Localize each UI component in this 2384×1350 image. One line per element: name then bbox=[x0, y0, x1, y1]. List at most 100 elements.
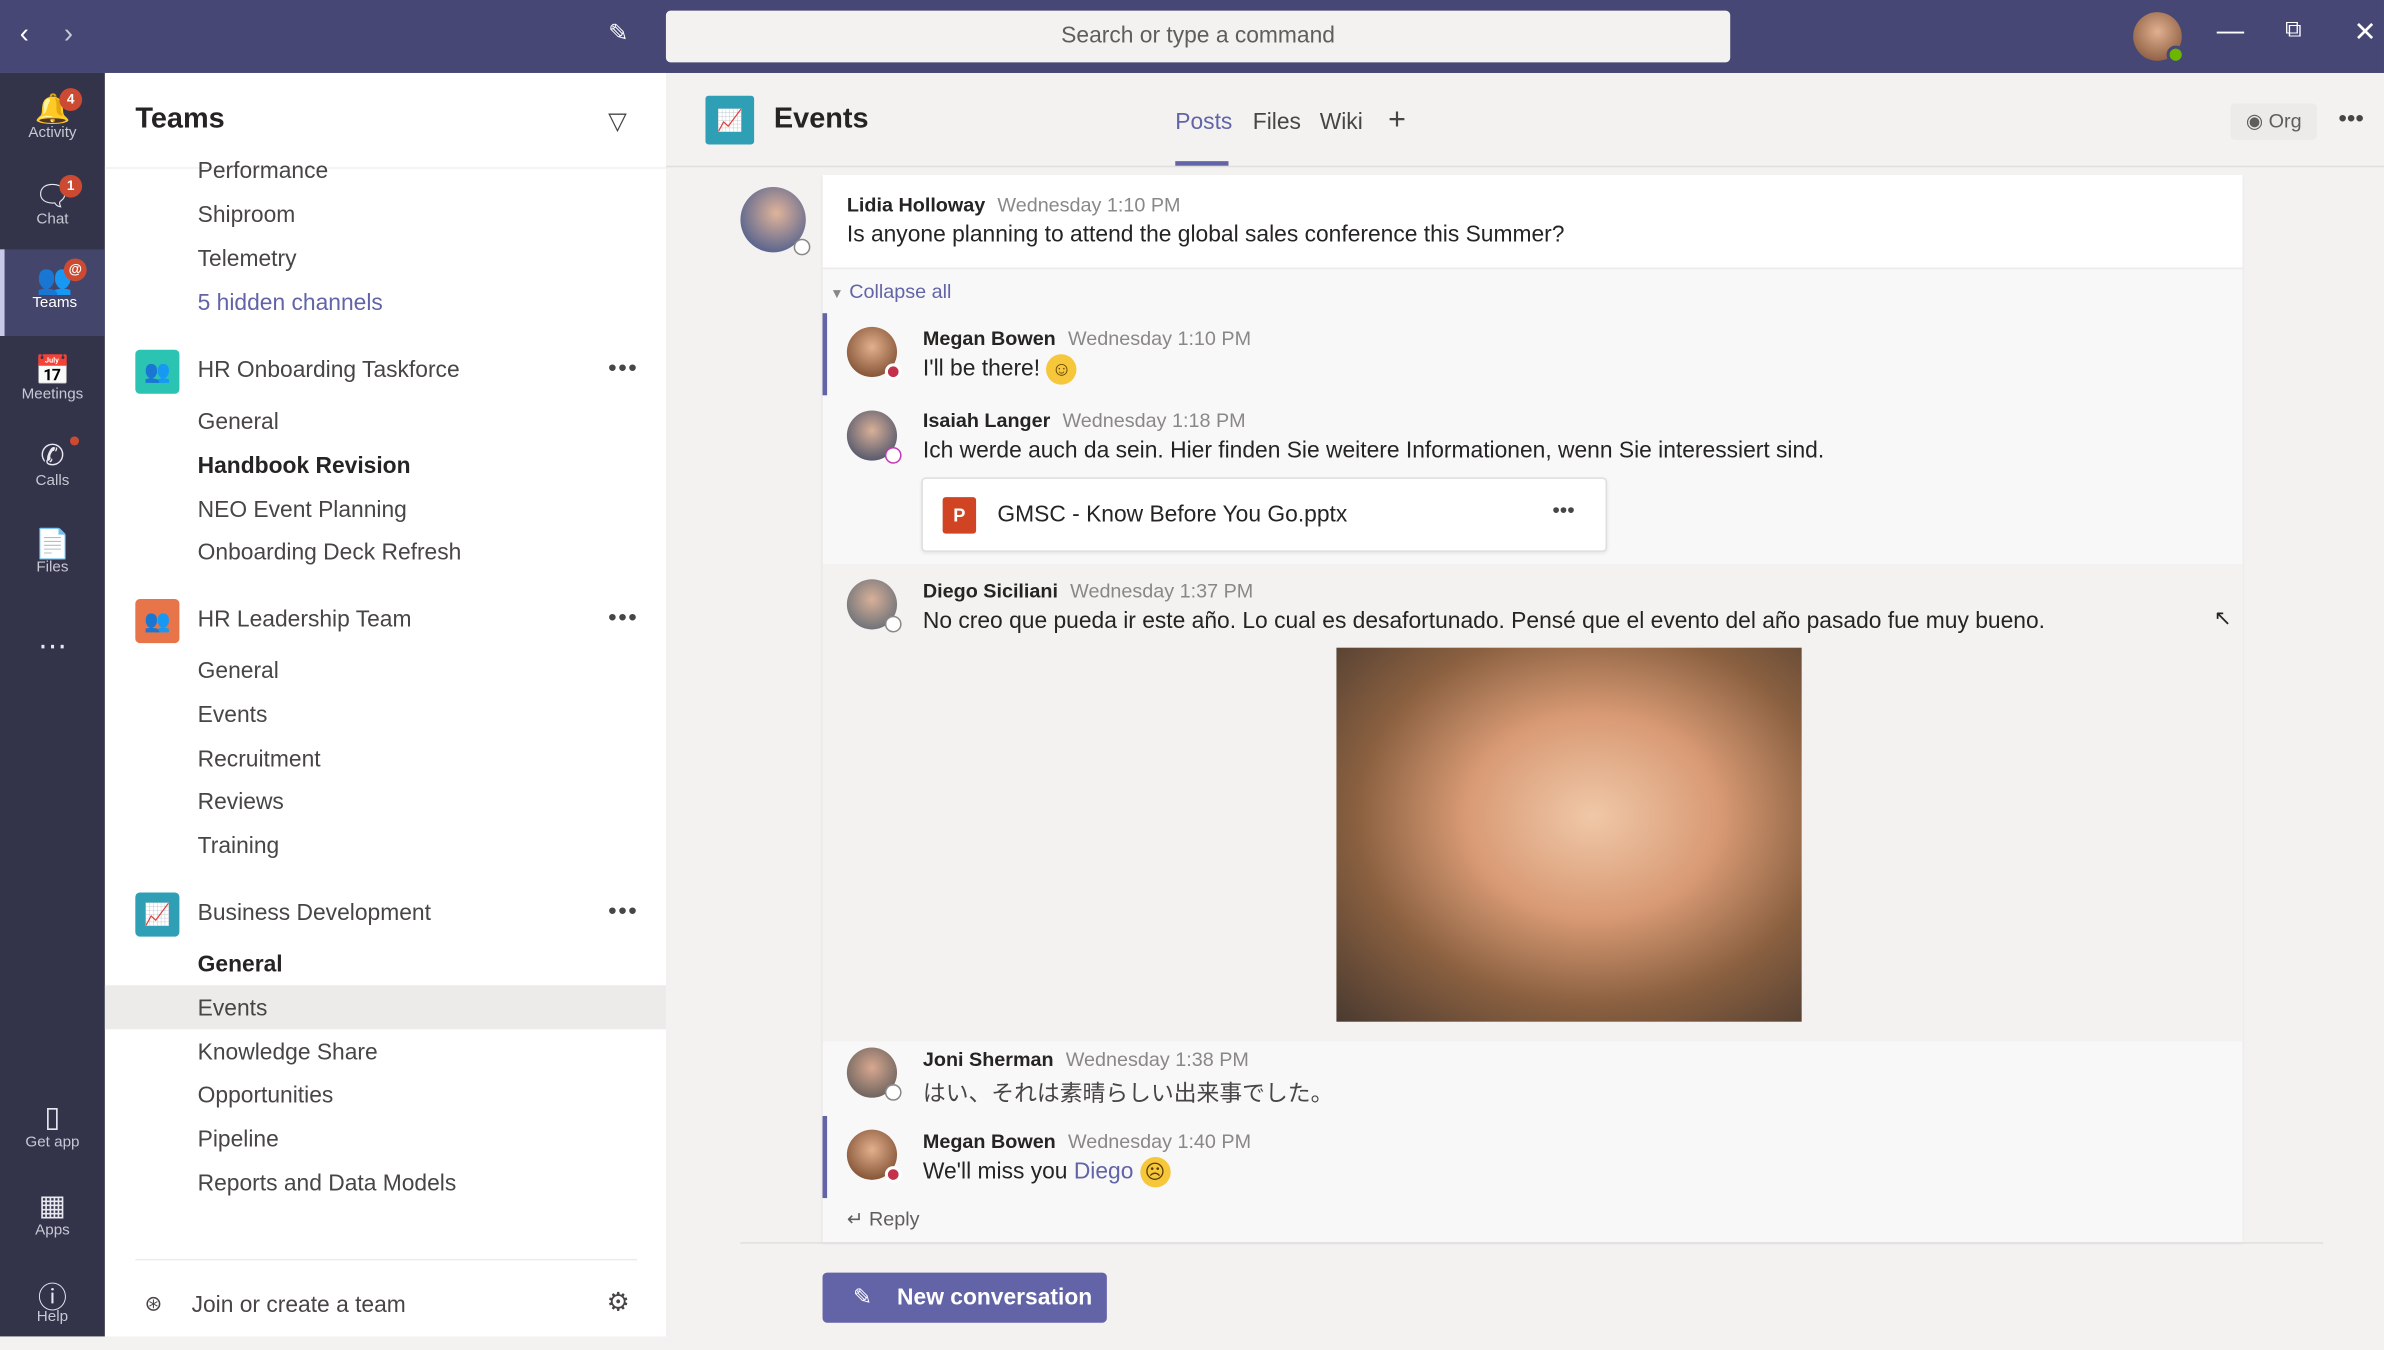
rail-files[interactable]: 📄 Files bbox=[0, 514, 105, 601]
rail-label: Files bbox=[36, 559, 69, 577]
avatar-joni[interactable] bbox=[846, 1047, 902, 1101]
message-header: Joni Sherman Wednesday 1:38 PM bbox=[923, 1048, 1249, 1071]
rail-label: Calls bbox=[35, 472, 70, 490]
team-hr-onboarding[interactable]: HR Onboarding Taskforce bbox=[198, 357, 460, 383]
rail-calls[interactable]: ✆ Calls bbox=[0, 427, 105, 514]
channel-item[interactable]: Recruitment bbox=[198, 747, 321, 773]
join-team-icon: ⊛ bbox=[144, 1290, 163, 1316]
channel-item[interactable]: Handbook Revision bbox=[198, 453, 411, 479]
divider bbox=[135, 1258, 638, 1261]
channel-header: 📈 Events Posts Files Wiki + ◉ Org ••• bbox=[665, 73, 2384, 168]
avatar-diego[interactable] bbox=[846, 579, 902, 633]
sad-emoji-icon: ☹ bbox=[1139, 1157, 1171, 1188]
rail-teams[interactable]: 👥 @ Teams bbox=[0, 249, 105, 337]
teams-sidebar: Teams ▽ Performance Shiproom Telemetry 5… bbox=[104, 72, 666, 1337]
rail-apps[interactable]: ▦ Apps bbox=[0, 1177, 105, 1264]
message-text: No creo que pueda ir este año. Lo cual e… bbox=[922, 608, 2046, 635]
channel-item[interactable]: Pipeline bbox=[198, 1127, 279, 1153]
rail-meetings[interactable]: 📅 Meetings bbox=[0, 341, 105, 428]
back-icon[interactable]: ‹ bbox=[20, 18, 29, 50]
team-more-button[interactable]: ••• bbox=[608, 605, 638, 632]
channel-item[interactable]: Knowledge Share bbox=[198, 1040, 378, 1066]
author-name: Isaiah Langer bbox=[922, 408, 1051, 432]
reply-arrow-icon: ↵ bbox=[846, 1207, 864, 1231]
channel-item[interactable]: General bbox=[198, 952, 283, 978]
avatar-isaiah[interactable] bbox=[846, 410, 902, 464]
collapse-all-link[interactable]: ▼ Collapse all bbox=[830, 280, 951, 303]
search-input[interactable]: Search or type a command bbox=[665, 10, 1731, 63]
channel-item[interactable]: Reviews bbox=[198, 789, 284, 815]
close-icon[interactable]: ✕ bbox=[2354, 17, 2377, 49]
calls-dot bbox=[69, 436, 80, 446]
message-text: We'll miss you Diego ☹ bbox=[923, 1157, 1171, 1188]
channel-item[interactable]: General bbox=[198, 409, 279, 435]
avatar-megan[interactable] bbox=[846, 1129, 902, 1183]
status-busy-icon bbox=[884, 363, 902, 381]
caret-down-icon: ▼ bbox=[830, 285, 844, 302]
more-apps-button[interactable]: ⋯ bbox=[0, 617, 105, 704]
message-text: I'll be there! ☺ bbox=[923, 354, 1077, 385]
rail-label: Help bbox=[36, 1309, 69, 1326]
restore-icon[interactable]: ⧉ bbox=[2285, 17, 2301, 43]
channel-performance[interactable]: Performance bbox=[198, 158, 329, 184]
rail-get-app[interactable]: ▯ Get app bbox=[0, 1089, 105, 1176]
team-more-button[interactable]: ••• bbox=[608, 356, 638, 383]
channel-telemetry[interactable]: Telemetry bbox=[198, 246, 297, 272]
timestamp: Wednesday 1:40 PM bbox=[1067, 1129, 1252, 1153]
channel-more-button[interactable]: ••• bbox=[2338, 106, 2364, 133]
channel-item[interactable]: Events bbox=[198, 702, 268, 728]
channel-item[interactable]: Training bbox=[198, 833, 280, 859]
rail-label: Get app bbox=[25, 1134, 80, 1151]
tab-wiki[interactable]: Wiki bbox=[1320, 109, 1363, 135]
tab-files[interactable]: Files bbox=[1253, 109, 1301, 135]
channel-shiproom[interactable]: Shiproom bbox=[198, 202, 296, 228]
channel-item[interactable]: Opportunities bbox=[198, 1083, 334, 1109]
teams-icon: 👥 bbox=[36, 264, 73, 297]
rail-help[interactable]: ⓘ Help bbox=[0, 1263, 105, 1350]
channel-item[interactable]: General bbox=[198, 658, 279, 684]
mention-diego[interactable]: Diego bbox=[1074, 1158, 1134, 1184]
avatar-lidia[interactable] bbox=[740, 187, 811, 256]
avatar-megan[interactable] bbox=[846, 326, 902, 381]
forward-icon[interactable]: › bbox=[64, 18, 73, 50]
add-tab-button[interactable]: + bbox=[1388, 103, 1406, 138]
apps-icon: ▦ bbox=[38, 1190, 67, 1223]
author-name: Diego Siciliani bbox=[922, 579, 1058, 603]
team-more-button[interactable]: ••• bbox=[608, 899, 638, 926]
status-busy-icon bbox=[884, 1166, 902, 1183]
calendar-icon: 📅 bbox=[34, 355, 71, 388]
eye-icon: ◉ bbox=[2245, 109, 2264, 133]
rail-chat[interactable]: 🗨 1 Chat bbox=[0, 166, 105, 253]
channel-item-selected[interactable]: Events bbox=[198, 996, 268, 1022]
file-attachment[interactable]: P GMSC - Know Before You Go.pptx ••• bbox=[921, 477, 1608, 552]
hidden-channels-link[interactable]: 5 hidden channels bbox=[198, 290, 383, 316]
timestamp: Wednesday 1:10 PM bbox=[1067, 326, 1252, 350]
rail-label: Apps bbox=[35, 1222, 70, 1240]
channel-item[interactable]: Onboarding Deck Refresh bbox=[198, 540, 462, 566]
channel-team-icon: 📈 bbox=[705, 95, 755, 145]
compose-icon[interactable]: ✎ bbox=[608, 18, 628, 48]
help-icon: ⓘ bbox=[37, 1283, 67, 1316]
settings-gear-icon[interactable]: ⚙ bbox=[607, 1288, 630, 1318]
reply-button[interactable]: ↵ Reply bbox=[847, 1207, 920, 1231]
filter-icon[interactable]: ▽ bbox=[608, 106, 627, 136]
new-conversation-button[interactable]: ✎ New conversation bbox=[822, 1272, 1107, 1323]
status-offline-icon bbox=[884, 1084, 902, 1101]
team-business-development[interactable]: Business Development bbox=[198, 900, 431, 926]
minimize-icon[interactable]: — bbox=[2217, 15, 2244, 47]
user-avatar[interactable] bbox=[2133, 12, 2185, 64]
author-name: Megan Bowen bbox=[922, 326, 1056, 350]
app-rail: 🔔 4 Activity 🗨 1 Chat 👥 @ Teams 📅 Meetings ✆ Cal… bbox=[0, 72, 105, 1337]
file-more-button[interactable]: ••• bbox=[1552, 497, 1574, 521]
message-header: Megan Bowen Wednesday 1:10 PM bbox=[923, 327, 1251, 350]
channel-item[interactable]: NEO Event Planning bbox=[198, 497, 407, 523]
channel-main: 📈 Events Posts Files Wiki + ◉ Org ••• Li… bbox=[665, 73, 2384, 1336]
team-hr-leadership[interactable]: HR Leadership Team bbox=[198, 607, 412, 633]
join-create-team[interactable]: Join or create a team bbox=[192, 1292, 406, 1318]
rail-activity[interactable]: 🔔 4 Activity bbox=[0, 79, 105, 166]
sad-baby-photo[interactable] bbox=[1336, 647, 1802, 1022]
org-button[interactable]: ◉ Org bbox=[2230, 103, 2318, 140]
status-offline-icon bbox=[884, 615, 902, 633]
channel-item[interactable]: Reports and Data Models bbox=[198, 1171, 457, 1197]
tab-posts[interactable]: Posts bbox=[1175, 109, 1232, 135]
